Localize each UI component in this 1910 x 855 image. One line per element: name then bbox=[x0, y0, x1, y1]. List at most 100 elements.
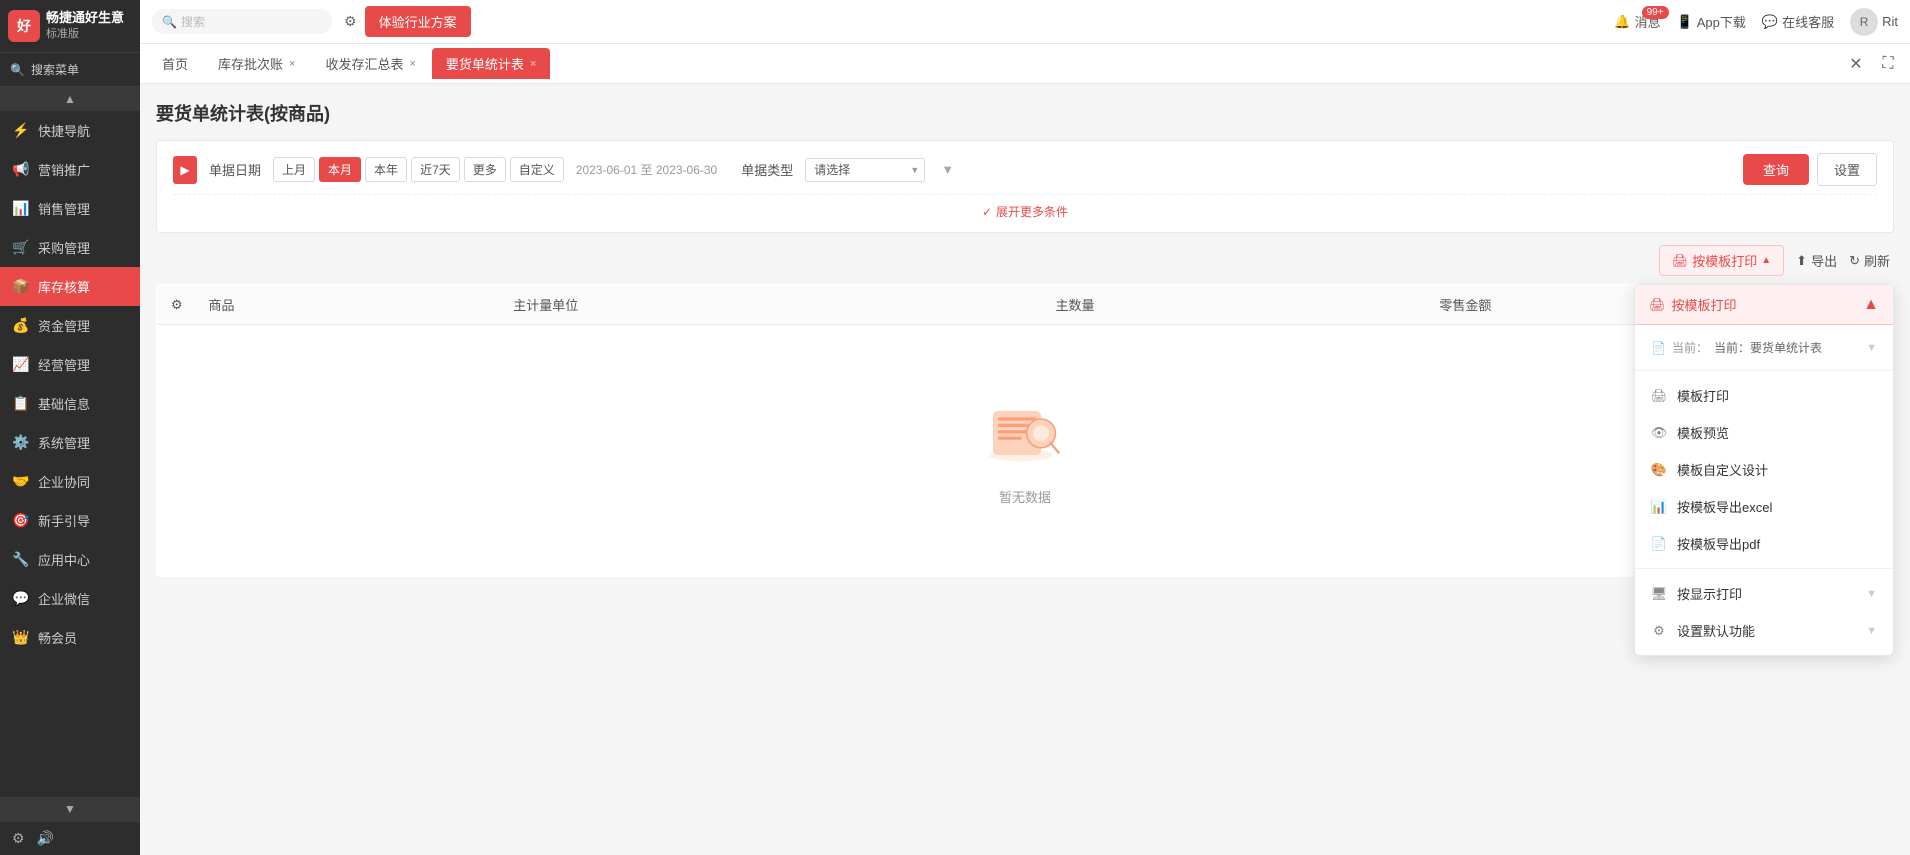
sidebar-item-basics[interactable]: 📋 基础信息 bbox=[0, 384, 140, 423]
sidebar-search[interactable]: 🔍 搜索菜单 bbox=[0, 53, 140, 87]
tab-batch-account[interactable]: 库存批次账 × bbox=[204, 48, 309, 79]
print-template-btn[interactable]: 🖨 按模板打印 ▲ bbox=[1659, 245, 1784, 276]
tab-close-batch[interactable]: × bbox=[289, 58, 295, 70]
print-chevron-icon: ▲ bbox=[1761, 255, 1771, 266]
sidebar-nav: ⚡ 快捷导航 📢 营销推广 📊 销售管理 🛒 采购管理 📦 库存核算 💰 资金管… bbox=[0, 111, 140, 797]
dropdown-template-design[interactable]: 🎨 模板自定义设计 bbox=[1635, 451, 1893, 488]
filter-dropdown-icon: ▼ bbox=[941, 162, 954, 177]
dropdown-export-pdf[interactable]: 📄 按模板导出pdf bbox=[1635, 525, 1893, 562]
sales-icon: 📊 bbox=[12, 200, 30, 218]
date-btn-more[interactable]: 更多 bbox=[464, 157, 506, 182]
dropdown-display-print[interactable]: 🖥 按显示打印 ▼ bbox=[1635, 575, 1893, 612]
date-btn-last-month[interactable]: 上月 bbox=[273, 157, 315, 182]
tab-home[interactable]: 首页 bbox=[148, 48, 202, 79]
tab-summary[interactable]: 收发存汇总表 × bbox=[311, 48, 429, 79]
maximize-btn[interactable]: ⛶ bbox=[1874, 50, 1902, 78]
chevron-up-icon: ▲ bbox=[64, 92, 76, 106]
topbar: 🔍 搜索 ⚙ 体验行业方案 🔔 消息 99+ 📱 App下载 💬 在线客服 R bbox=[140, 0, 1910, 44]
trial-button[interactable]: 体验行业方案 bbox=[365, 6, 471, 37]
sidebar-item-apps[interactable]: 🔧 应用中心 bbox=[0, 540, 140, 579]
column-settings-icon[interactable]: ⚙ bbox=[171, 297, 183, 312]
filter-expand-arrow[interactable]: ▶ bbox=[173, 156, 197, 184]
refresh-icon: ↻ bbox=[1849, 253, 1860, 269]
avatar: R bbox=[1850, 8, 1878, 36]
topbar-right: 🔔 消息 99+ 📱 App下载 💬 在线客服 R Rit bbox=[1614, 8, 1898, 36]
sidebar-item-system[interactable]: ⚙️ 系统管理 bbox=[0, 423, 140, 462]
sidebar-bottom: ⚙ 🔊 bbox=[0, 821, 140, 855]
sidebar-item-quick-nav[interactable]: ⚡ 快捷导航 bbox=[0, 111, 140, 150]
guide-icon: 🎯 bbox=[12, 512, 30, 530]
system-icon: ⚙️ bbox=[12, 434, 30, 452]
app-download-btn[interactable]: 📱 App下载 bbox=[1677, 12, 1746, 31]
sidebar-item-member[interactable]: 👑 畅会员 bbox=[0, 618, 140, 657]
sidebar-item-business[interactable]: 📈 经营管理 bbox=[0, 345, 140, 384]
refresh-btn[interactable]: ↻ 刷新 bbox=[1849, 251, 1890, 270]
tabs-bar-actions: ✕ ⛶ bbox=[1842, 50, 1902, 78]
dropdown-template-actions: 🖨 模板打印 👁 模板预览 🎨 模板自定义设计 📊 按模板导出excel 📄 bbox=[1635, 371, 1893, 569]
sound-icon[interactable]: 🔊 bbox=[37, 830, 54, 847]
template-design-icon: 🎨 bbox=[1651, 462, 1667, 478]
empty-illustration bbox=[975, 395, 1075, 475]
close-tab-btn[interactable]: ✕ bbox=[1842, 50, 1870, 78]
current-template: 📄 当前： 当前：要货单统计表 ▼ bbox=[1635, 331, 1893, 364]
sidebar-item-sales[interactable]: 📊 销售管理 bbox=[0, 189, 140, 228]
doc-type-select[interactable]: 请选择 bbox=[805, 158, 925, 182]
dropdown-collapse-btn[interactable]: ▲ bbox=[1863, 296, 1879, 314]
page-content: 要货单统计表(按商品) ▶ 单据日期 上月 本月 本年 近7天 更多 自定义 2… bbox=[140, 84, 1910, 855]
chevron-down-icon: ▼ bbox=[64, 802, 76, 816]
date-range-buttons: 上月 本月 本年 近7天 更多 自定义 bbox=[273, 157, 564, 182]
sidebar-item-collab[interactable]: 🤝 企业协同 bbox=[0, 462, 140, 501]
dropdown-export-excel[interactable]: 📊 按模板导出excel bbox=[1635, 488, 1893, 525]
notification-icon: 🔔 bbox=[1614, 14, 1630, 30]
app-logo-icon: 好 bbox=[8, 10, 40, 42]
notifications-btn[interactable]: 🔔 消息 99+ bbox=[1614, 12, 1660, 31]
settings-icon[interactable]: ⚙ bbox=[12, 830, 25, 847]
col-unit: 主计量单位 bbox=[501, 285, 1043, 325]
template-preview-icon: 👁 bbox=[1651, 425, 1667, 441]
dropdown-default-fn[interactable]: ⚙ 设置默认功能 ▼ bbox=[1635, 612, 1893, 649]
query-button[interactable]: 查询 bbox=[1743, 154, 1809, 185]
user-name-display: R bbox=[1860, 15, 1869, 29]
topbar-search[interactable]: 🔍 搜索 bbox=[152, 9, 332, 34]
date-btn-this-year[interactable]: 本年 bbox=[365, 157, 407, 182]
date-btn-custom[interactable]: 自定义 bbox=[510, 157, 564, 182]
tab-order-stats[interactable]: 要货单统计表 × bbox=[432, 48, 550, 79]
collab-icon: 🤝 bbox=[12, 473, 30, 491]
sidebar: 好 畅捷通好生意 标准版 🔍 搜索菜单 ▲ ⚡ 快捷导航 📢 营销推广 📊 销售… bbox=[0, 0, 140, 855]
sidebar-item-marketing[interactable]: 📢 营销推广 bbox=[0, 150, 140, 189]
member-icon: 👑 bbox=[12, 629, 30, 647]
default-fn-icon: ⚙ bbox=[1651, 623, 1667, 639]
dropdown-template-preview[interactable]: 👁 模板预览 bbox=[1635, 414, 1893, 451]
expand-icon: ✓ bbox=[982, 205, 992, 219]
display-print-icon: 🖥 bbox=[1651, 586, 1667, 602]
marketing-icon: 📢 bbox=[12, 161, 30, 179]
support-icon: 💬 bbox=[1762, 14, 1778, 30]
export-btn[interactable]: ⬆ 导出 bbox=[1796, 251, 1837, 270]
date-btn-this-month[interactable]: 本月 bbox=[319, 157, 361, 182]
sidebar-scroll-down[interactable]: ▼ bbox=[0, 797, 140, 821]
filter-bar: ▶ 单据日期 上月 本月 本年 近7天 更多 自定义 2023-06-01 至 … bbox=[156, 140, 1894, 233]
online-support-btn[interactable]: 💬 在线客服 bbox=[1762, 12, 1834, 31]
print-header-icon: 🖨 bbox=[1649, 297, 1666, 313]
sidebar-item-wechat[interactable]: 💬 企业微信 bbox=[0, 579, 140, 618]
tab-close-summary[interactable]: × bbox=[409, 58, 415, 70]
dropdown-display-section: 🖥 按显示打印 ▼ ⚙ 设置默认功能 ▼ bbox=[1635, 569, 1893, 655]
tab-close-order[interactable]: × bbox=[530, 58, 536, 70]
settings-button[interactable]: 设置 bbox=[1817, 153, 1877, 186]
user-avatar[interactable]: R Rit bbox=[1850, 8, 1898, 36]
sidebar-scroll-up[interactable]: ▲ bbox=[0, 87, 140, 111]
topbar-search-icon: 🔍 bbox=[162, 15, 177, 29]
purchase-icon: 🛒 bbox=[12, 239, 30, 257]
finance-icon: 💰 bbox=[12, 317, 30, 335]
col-settings[interactable]: ⚙ bbox=[157, 285, 197, 325]
sidebar-item-inventory[interactable]: 📦 库存核算 bbox=[0, 267, 140, 306]
sidebar-item-finance[interactable]: 💰 资金管理 bbox=[0, 306, 140, 345]
expand-more-btn[interactable]: ✓ 展开更多条件 bbox=[982, 203, 1068, 220]
sidebar-item-guide[interactable]: 🎯 新手引导 bbox=[0, 501, 140, 540]
dropdown-template-print[interactable]: 🖨 模板打印 bbox=[1635, 377, 1893, 414]
col-quantity: 主数量 bbox=[1043, 285, 1427, 325]
date-btn-7days[interactable]: 近7天 bbox=[411, 157, 460, 182]
topbar-settings-icon[interactable]: ⚙ bbox=[344, 13, 357, 30]
sidebar-item-purchase[interactable]: 🛒 采购管理 bbox=[0, 228, 140, 267]
print-dropdown-menu: 🖨 按模板打印 ▲ 📄 当前： 当前：要货单统计表 ▼ 🖨 模板打印 bbox=[1634, 284, 1894, 656]
